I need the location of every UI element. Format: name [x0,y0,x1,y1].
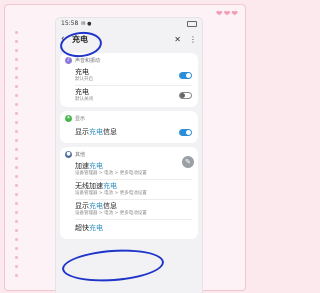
status-bar: 15:58 ✉ ● [56,18,202,29]
binder-rings [15,31,18,281]
notification-icons: ✉ ● [81,20,92,27]
setting-title: 显示充电信息 [75,202,117,210]
setting-row[interactable]: 显示充电信息 [60,124,198,141]
setting-title: 加速充电 [75,162,103,170]
setting-subtitle: 设备管理器 > 电池 > 更多电池设置 [75,191,147,196]
setting-subtitle: 默认关闭 [75,97,93,102]
setting-subtitle: 默认开启 [75,77,93,82]
setting-title: 无线加速充电 [75,182,117,190]
display-icon: ☀ [65,114,72,122]
other-settings-icon: ● [65,150,72,158]
category-label: 显示 [75,115,86,122]
setting-subtitle: 设备管理器 > 电池 > 更多电池设置 [75,171,147,176]
status-time: 15:58 [61,20,79,27]
toggle-switch[interactable] [179,92,192,99]
setting-subtitle: 设备管理器 > 电池 > 更多电池设置 [75,211,147,216]
setting-title: 充电 [75,68,89,76]
category-label: 声音和振动 [75,57,101,64]
section-display: ☀ 显示 显示充电信息 [60,111,198,143]
more-options-icon[interactable]: ⋮ [189,35,197,44]
setting-row[interactable]: 显示充电信息 设备管理器 > 电池 > 更多电池设置 [60,200,198,219]
category-label: 其他 [75,151,86,158]
category-header: ● 其他 [60,148,198,160]
setting-row[interactable]: 充电 默认关闭 [60,86,198,105]
edit-pencil-icon[interactable]: ✎ [182,156,194,168]
heart-decoration-icon: ❤❤❤ [215,9,239,18]
setting-row[interactable]: 无线加速充电 设备管理器 > 电池 > 更多电池设置 [60,180,198,199]
category-header: ☀ 显示 [60,112,198,124]
setting-row[interactable]: 加速充电 设备管理器 > 电池 > 更多电池设置 [60,160,198,179]
close-icon[interactable]: ✕ [174,35,181,44]
toggle-switch[interactable] [179,72,192,79]
setting-row[interactable]: 超快充电 [60,220,198,237]
sound-icon: ♪ [65,56,72,64]
setting-title: 超快充电 [75,224,103,232]
setting-title: 显示充电信息 [75,128,117,136]
battery-icon [187,20,197,27]
section-sound-vibration: ♪ 声音和振动 充电 默认开启 充电 默认关闭 [60,53,198,107]
setting-title: 充电 [75,88,89,96]
toggle-switch[interactable] [179,129,192,136]
setting-row[interactable]: 充电 默认开启 [60,66,198,85]
section-other: ● 其他 加速充电 设备管理器 > 电池 > 更多电池设置 无线加速充电 设备管… [60,147,198,239]
